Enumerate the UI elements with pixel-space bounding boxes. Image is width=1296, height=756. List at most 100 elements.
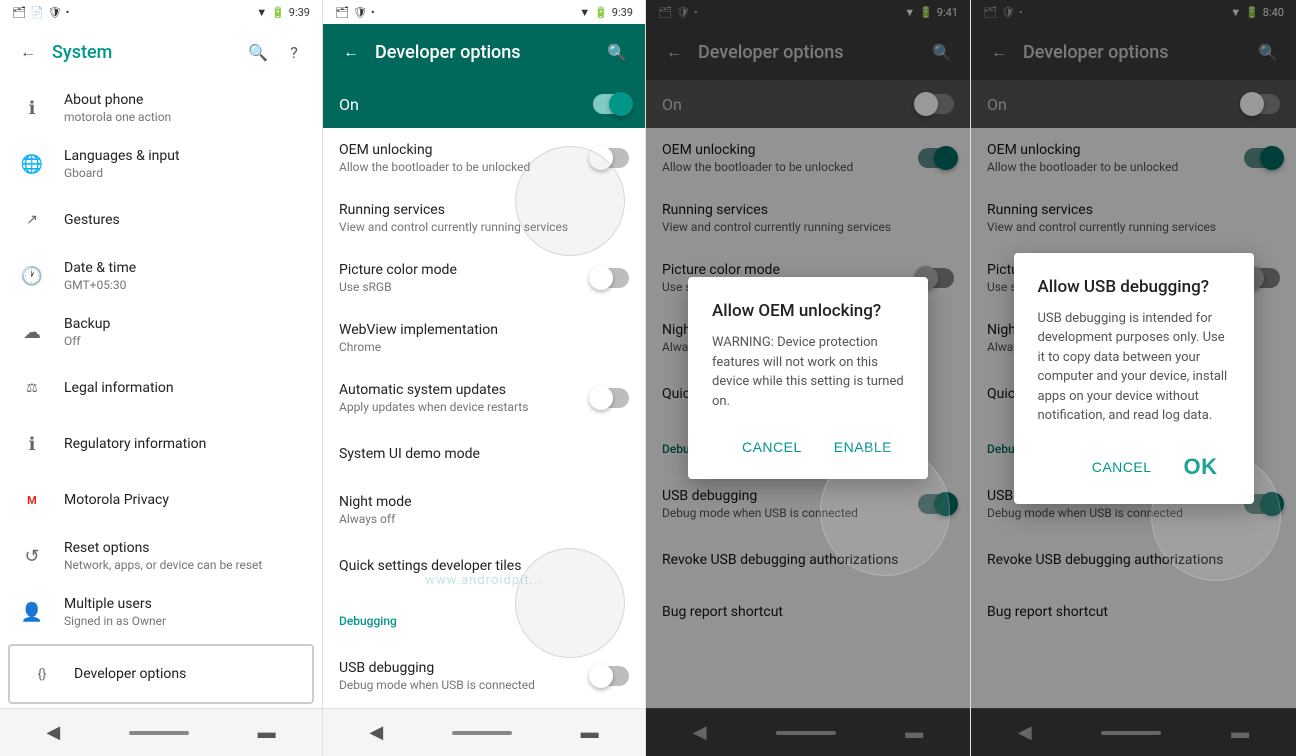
webview-item-1[interactable]: WebView implementation Chrome xyxy=(323,308,645,368)
file-icon: 🗂 xyxy=(12,6,26,19)
search-button-middle[interactable]: 🔍 xyxy=(605,40,629,64)
languages-item[interactable]: 🌐 Languages & input Gboard xyxy=(0,136,322,192)
auto-updates-item-1[interactable]: Automatic system updates Apply updates w… xyxy=(323,368,645,428)
wifi-icon-m: ▼ xyxy=(579,6,590,19)
system-appbar: ← System 🔍 ? xyxy=(0,24,322,80)
enable-circle-overlay xyxy=(820,446,950,576)
usb-cancel-button[interactable]: Cancel xyxy=(1080,446,1164,488)
picture-subtitle-1: Use sRGB xyxy=(339,280,593,294)
shield-icon-m: 🛡 xyxy=(353,6,367,19)
revoke-usb-item-1[interactable]: Revoke USB debugging authorizations xyxy=(323,706,645,708)
system-settings-panel: 🗂 📄 🛡 • ▼ 🔋 9:39 ← System 🔍 ? ℹ About ph… xyxy=(0,0,323,756)
on-bar-1[interactable]: On xyxy=(323,80,645,128)
developer-options-panel-2: 🗂 🛡 • ▼ 🔋 9:41 ← Developer options 🔍 On … xyxy=(646,0,971,756)
picture-title-1: Picture color mode xyxy=(339,262,593,278)
backup-subtitle: Off xyxy=(64,334,306,348)
languages-title: Languages & input xyxy=(64,148,306,164)
legal-icon: ⚖ xyxy=(16,372,48,404)
developer-options-panel-1: 🗂 🛡 • ▼ 🔋 9:39 ← Developer options 🔍 On … xyxy=(323,0,646,756)
recents-nav-middle[interactable]: ▬ xyxy=(557,714,623,751)
status-icons-middle: 🗂 🛡 • xyxy=(335,6,375,19)
sim-icon-m: 🗂 xyxy=(335,6,349,19)
gestures-item[interactable]: ↗ Gestures xyxy=(0,192,322,248)
multiuser-subtitle: Signed in as Owner xyxy=(64,614,306,628)
running-subtitle-1: View and control currently running servi… xyxy=(339,220,629,234)
battery-icon-m: 🔋 xyxy=(594,6,608,19)
regulatory-item[interactable]: ℹ Regulatory information xyxy=(0,416,322,472)
developer-options-item[interactable]: {} Developer options xyxy=(8,644,314,704)
webview-title-1: WebView implementation xyxy=(339,322,629,338)
about-phone-item[interactable]: ℹ About phone motorola one action xyxy=(0,80,322,136)
dot-icon-m: • xyxy=(371,6,375,19)
regulatory-icon: ℹ xyxy=(16,428,48,460)
night-mode-item-1[interactable]: Night mode Always off xyxy=(323,480,645,540)
auto-updates-toggle-1[interactable] xyxy=(593,388,629,408)
debugging-label-1: Debugging xyxy=(339,606,629,632)
system-title: System xyxy=(52,42,234,63)
home-nav-left[interactable] xyxy=(129,731,189,735)
datetime-item[interactable]: 🕐 Date & time GMT+05:30 xyxy=(0,248,322,304)
file-icon2: 📄 xyxy=(30,6,44,19)
datetime-title: Date & time xyxy=(64,260,306,276)
webview-subtitle-1: Chrome xyxy=(339,340,629,354)
status-bar-middle: 🗂 🛡 • ▼ 🔋 9:39 xyxy=(323,0,645,24)
motorola-privacy-item[interactable]: M Motorola Privacy xyxy=(0,472,322,528)
developer-title: Developer options xyxy=(74,666,296,682)
system-settings-list: ℹ About phone motorola one action 🌐 Lang… xyxy=(0,80,322,708)
auto-updates-subtitle-1: Apply updates when device restarts xyxy=(339,400,593,414)
datetime-subtitle: GMT+05:30 xyxy=(64,278,306,292)
languages-subtitle: Gboard xyxy=(64,166,306,180)
watermark-1: www.androidpit... xyxy=(425,573,543,588)
back-nav-middle[interactable]: ◀ xyxy=(345,714,407,751)
usb-debug-item-1[interactable]: USB debugging Debug mode when USB is con… xyxy=(323,646,645,706)
nav-bar-middle: ◀ ▬ xyxy=(323,708,645,756)
reset-item[interactable]: ↺ Reset options Network, apps, or device… xyxy=(0,528,322,584)
running-services-item-1[interactable]: Running services View and control curren… xyxy=(323,188,645,248)
nav-bar-left: ◀ ▬ xyxy=(0,708,322,756)
status-icons-left: 🗂 📄 🛡 • xyxy=(12,6,69,19)
regulatory-title: Regulatory information xyxy=(64,436,306,452)
backup-title: Backup xyxy=(64,316,306,332)
running-title-1: Running services xyxy=(339,202,629,218)
demo-title-1: System UI demo mode xyxy=(339,446,629,462)
gestures-icon: ↗ xyxy=(16,204,48,236)
wifi-icon: ▼ xyxy=(256,6,267,19)
multiuser-title: Multiple users xyxy=(64,596,306,612)
motorola-icon: M xyxy=(16,484,48,516)
multiuser-item[interactable]: 👤 Multiple users Signed in as Owner xyxy=(0,584,322,640)
on-toggle-1[interactable] xyxy=(593,94,629,114)
legal-item[interactable]: ⚖ Legal information xyxy=(0,360,322,416)
picture-toggle-1[interactable] xyxy=(593,268,629,288)
usb-dialog-body: USB debugging is intended for developmen… xyxy=(1038,309,1230,426)
recents-nav-left[interactable]: ▬ xyxy=(234,714,300,751)
search-button-left[interactable]: 🔍 xyxy=(246,40,270,64)
oem-dialog-title: Allow OEM unlocking? xyxy=(712,301,904,321)
languages-icon: 🌐 xyxy=(16,148,48,180)
gestures-title: Gestures xyxy=(64,212,306,228)
help-button[interactable]: ? xyxy=(282,40,306,64)
ok-circle-overlay xyxy=(1151,451,1281,581)
on-label-1: On xyxy=(339,95,359,114)
dev-title-1: Developer options xyxy=(375,42,593,63)
demo-mode-item-1[interactable]: System UI demo mode xyxy=(323,428,645,480)
debugging-section-1: Debugging xyxy=(323,592,645,646)
oem-cancel-button[interactable]: Cancel xyxy=(730,431,814,463)
back-button-left[interactable]: ← xyxy=(16,40,40,64)
status-bar-left: 🗂 📄 🛡 • ▼ 🔋 9:39 xyxy=(0,0,322,24)
home-nav-middle[interactable] xyxy=(452,731,512,735)
status-right-left: ▼ 🔋 9:39 xyxy=(256,6,310,19)
about-title: About phone xyxy=(64,92,306,108)
back-button-middle[interactable]: ← xyxy=(339,40,363,64)
back-nav-left[interactable]: ◀ xyxy=(22,714,84,751)
usb-toggle-1[interactable] xyxy=(593,666,629,686)
battery-icon: 🔋 xyxy=(271,6,285,19)
backup-item[interactable]: ☁ Backup Off xyxy=(0,304,322,360)
motorola-privacy-title: Motorola Privacy xyxy=(64,492,306,508)
usb-dialog-backdrop: Allow USB debugging? USB debugging is in… xyxy=(971,0,1296,756)
multiuser-icon: 👤 xyxy=(16,596,48,628)
usb-subtitle-1: Debug mode when USB is connected xyxy=(339,678,593,692)
picture-color-item-1[interactable]: Picture color mode Use sRGB xyxy=(323,248,645,308)
datetime-icon: 🕐 xyxy=(16,260,48,292)
oem-toggle-1[interactable] xyxy=(593,148,629,168)
oem-unlocking-item-1[interactable]: OEM unlocking Allow the bootloader to be… xyxy=(323,128,645,188)
